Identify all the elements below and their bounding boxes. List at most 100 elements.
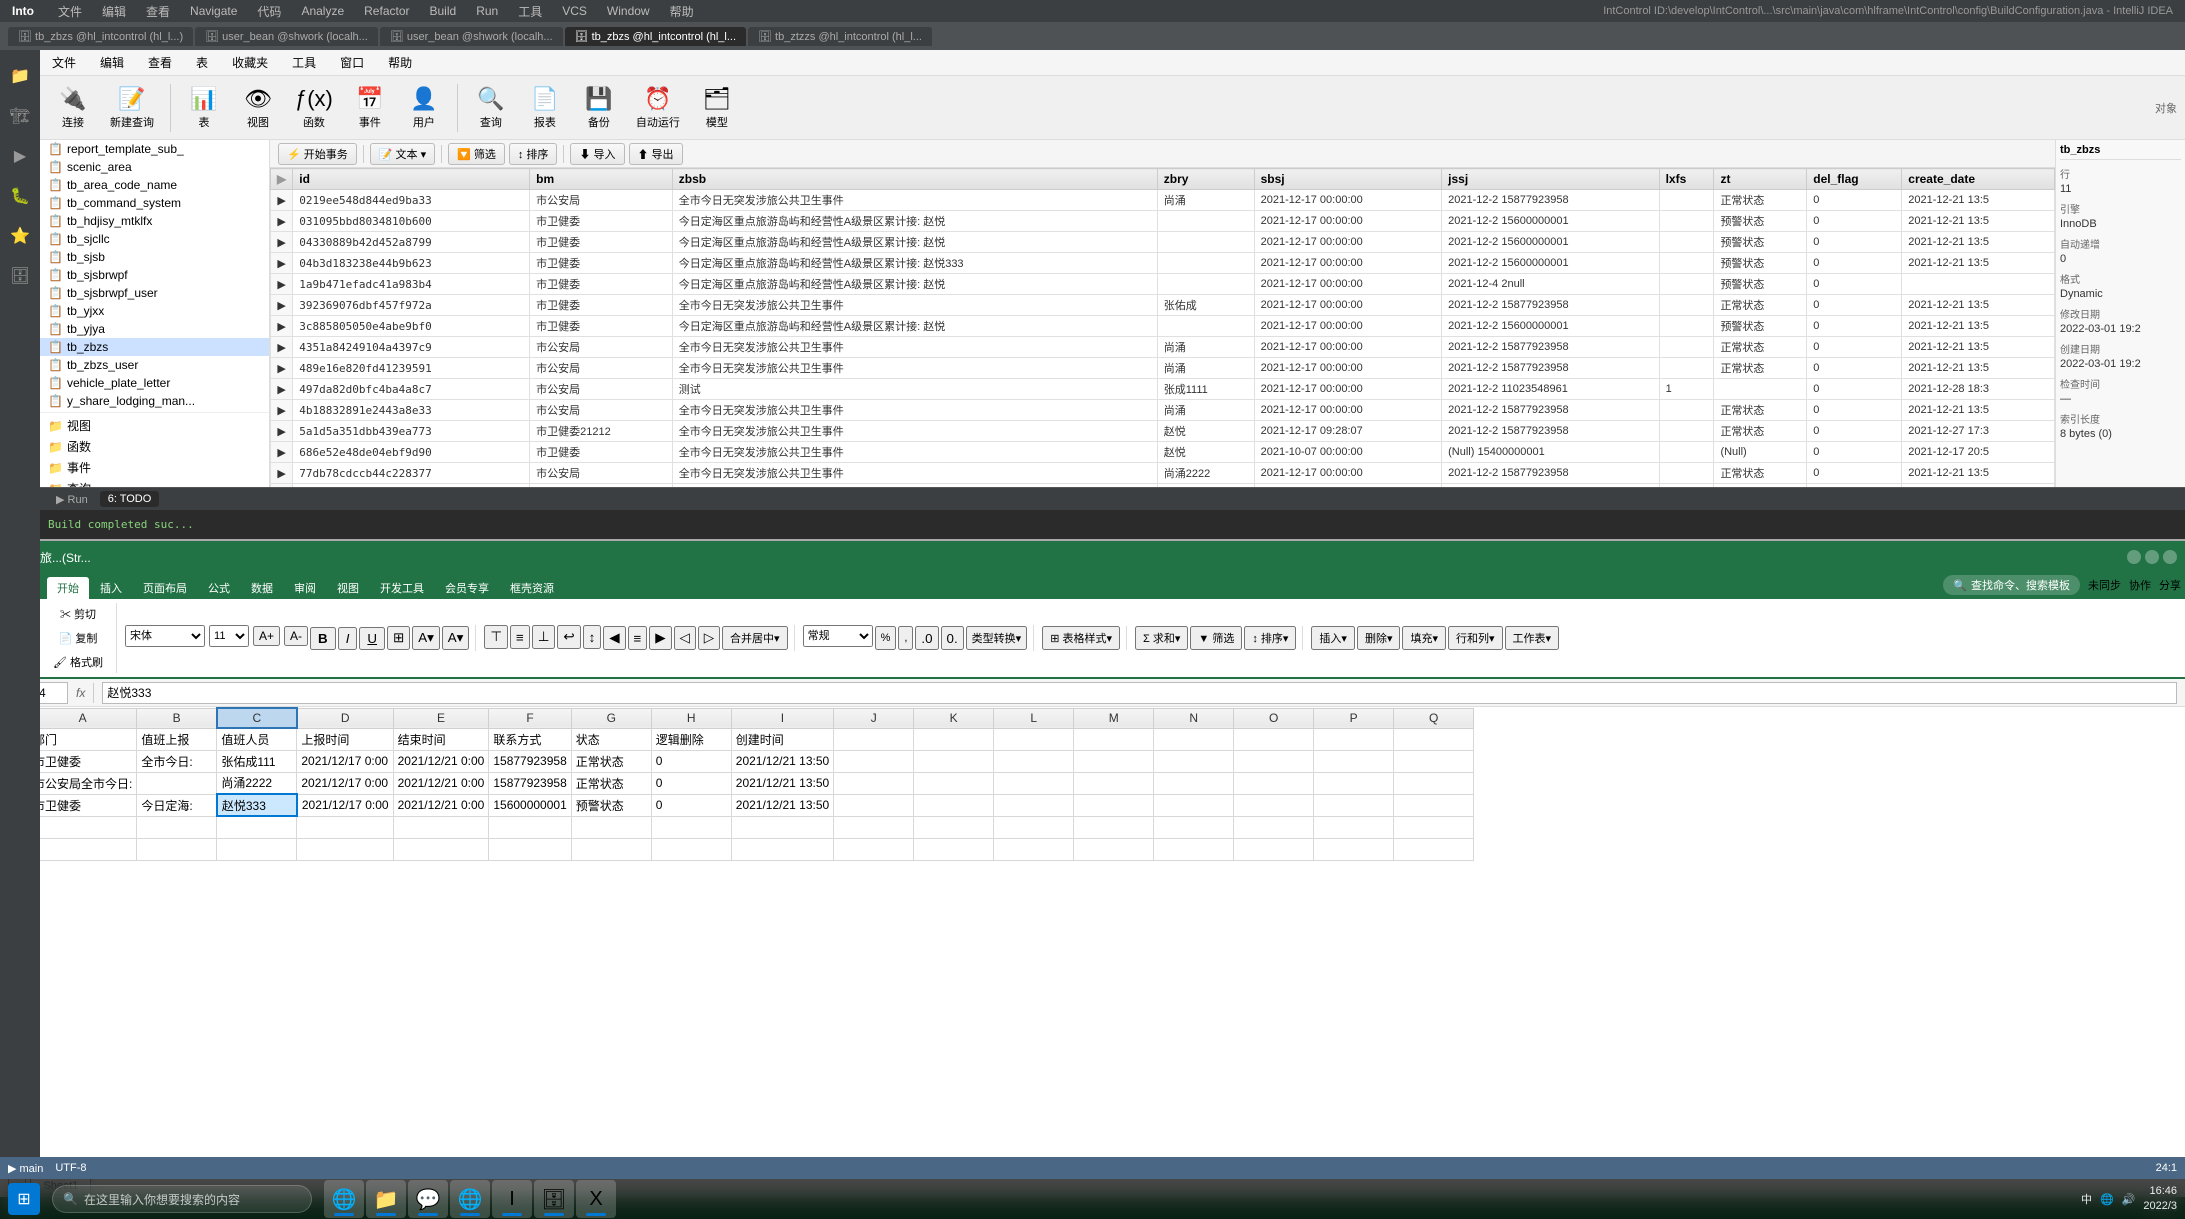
cell-O2[interactable] <box>1234 750 1314 772</box>
nav-btn-table[interactable]: 📊 表 <box>179 82 229 134</box>
cell-D1[interactable]: 上报时间 <box>297 728 393 750</box>
nav-btn-autorun[interactable]: ⏰ 自动运行 <box>628 82 688 134</box>
cell-C2[interactable]: 张佑成111 <box>217 750 297 772</box>
excel-collab-label[interactable]: 协作 <box>2129 577 2151 593</box>
cell-P1[interactable] <box>1314 728 1394 750</box>
cell-jssj[interactable]: 2021-12-2 15877923958 <box>1442 421 1659 442</box>
cell-N1[interactable] <box>1154 728 1234 750</box>
cell-zt[interactable]: 预警状态 <box>1714 211 1807 232</box>
cell-create-date[interactable]: 2021-12-21 13:5 <box>1902 400 2055 421</box>
cell-H3[interactable]: 0 <box>651 772 731 794</box>
excel-tab-insert[interactable]: 插入 <box>90 577 132 599</box>
cell-G3[interactable]: 正常状态 <box>571 772 651 794</box>
cell-create-date[interactable]: 2021-12-21 13:5 <box>1902 337 2055 358</box>
start-button[interactable]: ⊞ <box>8 1183 40 1215</box>
cell-sbsj[interactable]: 2021-12-17 00:00:00 <box>1254 274 1442 295</box>
cell-zbsb[interactable]: 全市今日无突发涉旅公共卫生事件 <box>672 190 1157 211</box>
cell-sbsj[interactable]: 2021-12-17 09:28:07 <box>1254 421 1442 442</box>
cell-del-flag[interactable]: 0 <box>1807 379 1902 400</box>
cell-zbsb[interactable]: 今日定海区重点旅游岛屿和经营性A级景区累计接: 赵悦333 <box>672 253 1157 274</box>
nav-menu-favorites[interactable]: 收藏夹 <box>228 52 272 73</box>
cell-id[interactable]: 3c885805050e4abe9bf0 <box>293 316 530 337</box>
cell-jssj[interactable]: 2021-12-2 15877923958 <box>1442 463 1659 484</box>
cell-zbsb[interactable]: 今日定海区重点旅游岛屿和经营性A级景区累计接: 赵悦 <box>672 274 1157 295</box>
cell-lxfs[interactable] <box>1659 337 1714 358</box>
cell-N4[interactable] <box>1154 794 1234 816</box>
col-header-A[interactable]: A <box>29 708 137 728</box>
data-table-container[interactable]: ▶ id bm zbsb zbry sbsj jssj lxfs zt del_… <box>270 168 2055 491</box>
ide-tab-1[interactable]: 🗄 user_bean @shwork (localh... <box>195 27 378 46</box>
excel-search-box[interactable]: 🔍 查找命令、搜索模板 <box>1943 575 2080 595</box>
cell-id[interactable]: 4b18832891e2443a8e33 <box>293 400 530 421</box>
cell-L6[interactable] <box>994 838 1074 860</box>
col-header-K[interactable]: K <box>914 708 994 728</box>
ide-run-tab-run[interactable]: ▶ Run <box>48 491 96 508</box>
btn-indent-inc[interactable]: ▷ <box>698 626 720 650</box>
cell-N3[interactable] <box>1154 772 1234 794</box>
db-tree-item-yjya[interactable]: 📋 tb_yjya <box>40 320 269 338</box>
excel-tab-vip[interactable]: 会员专享 <box>435 577 499 599</box>
btn-sort[interactable]: ↕ 排序▾ <box>1244 626 1296 650</box>
cell-zbsb[interactable]: 测试 <box>672 379 1157 400</box>
nav-btn-newquery[interactable]: 📝 新建查询 <box>102 82 162 134</box>
cell-J5[interactable] <box>834 816 914 838</box>
nav-menu-file[interactable]: 文件 <box>48 52 80 73</box>
cell-P5[interactable] <box>1314 816 1394 838</box>
cell-zbry[interactable]: 尚涌 <box>1157 190 1254 211</box>
cell-sbsj[interactable]: 2021-10-07 00:00:00 <box>1254 442 1442 463</box>
cell-sbsj[interactable]: 2021-12-17 00:00:00 <box>1254 337 1442 358</box>
col-header-H[interactable]: H <box>651 708 731 728</box>
excel-tab-data[interactable]: 数据 <box>241 577 283 599</box>
cell-J1[interactable] <box>834 728 914 750</box>
cell-J4[interactable] <box>834 794 914 816</box>
cell-C3[interactable]: 尚涌2222 <box>217 772 297 794</box>
db-tree-item-cmdsys[interactable]: 📋 tb_command_system <box>40 194 269 212</box>
cell-F2[interactable]: 15877923958 <box>489 750 571 772</box>
grid-btn-export[interactable]: ⬆ 导出 <box>629 143 683 165</box>
cell-jssj[interactable]: 2021-12-2 15877923958 <box>1442 190 1659 211</box>
cell-lxfs[interactable]: 1 <box>1659 379 1714 400</box>
cell-D5[interactable] <box>297 816 393 838</box>
cell-B4[interactable]: 今日定海: <box>137 794 217 816</box>
cell-E6[interactable] <box>393 838 489 860</box>
excel-sheet[interactable]: A B C D E F G H I J K L M <box>28 707 2185 1173</box>
cell-zt[interactable]: 正常状态 <box>1714 421 1807 442</box>
cell-H1[interactable]: 逻辑删除 <box>651 728 731 750</box>
cell-zbry[interactable]: 赵悦 <box>1157 442 1254 463</box>
col-header-N[interactable]: N <box>1154 708 1234 728</box>
cell-jssj[interactable]: 2021-12-2 15600000001 <box>1442 232 1659 253</box>
db-tree-item-sjsbrwpf-user[interactable]: 📋 tb_sjsbrwpf_user <box>40 284 269 302</box>
cell-A1[interactable]: 部门 <box>29 728 137 750</box>
formula-input[interactable] <box>102 682 2177 704</box>
cell-H2[interactable]: 0 <box>651 750 731 772</box>
grid-btn-filter[interactable]: 🔽 筛选 <box>448 143 505 165</box>
cell-B6[interactable] <box>137 838 217 860</box>
cell-zbsb[interactable]: 今日定海区重点旅游岛屿和经营性A级景区累计接: 赵悦 <box>672 316 1157 337</box>
cell-zt[interactable]: 预警状态 <box>1714 274 1807 295</box>
cell-create-date[interactable] <box>1902 274 2055 295</box>
grid-btn-import[interactable]: ⬇ 导入 <box>570 143 624 165</box>
cell-Q6[interactable] <box>1394 838 1474 860</box>
cell-del-flag[interactable]: 0 <box>1807 463 1902 484</box>
ide-menu-build[interactable]: Build <box>426 2 461 20</box>
excel-tab-formula[interactable]: 公式 <box>198 577 240 599</box>
cell-Q4[interactable] <box>1394 794 1474 816</box>
cell-K3[interactable] <box>914 772 994 794</box>
cell-Q3[interactable] <box>1394 772 1474 794</box>
nav-btn-event[interactable]: 📅 事件 <box>345 82 395 134</box>
col-lxfs[interactable]: lxfs <box>1659 169 1714 190</box>
cell-G6[interactable] <box>571 838 651 860</box>
taskbar-app-chrome[interactable]: 🌐 <box>450 1180 490 1218</box>
cell-id[interactable]: 392369076dbf457f972a <box>293 295 530 316</box>
cell-zbry[interactable]: 尚涌 <box>1157 358 1254 379</box>
cell-D3[interactable]: 2021/12/17 0:00 <box>297 772 393 794</box>
taskbar-ime[interactable]: 中 <box>2081 1191 2092 1207</box>
ide-icon-database[interactable]: 🗄 <box>2 258 38 294</box>
cell-create-date[interactable]: 2021-12-21 13:5 <box>1902 211 2055 232</box>
btn-align-left[interactable]: ◀ <box>603 626 625 650</box>
taskbar-search[interactable]: 🔍 在这里输入你想要搜索的内容 <box>52 1185 312 1213</box>
cell-del-flag[interactable]: 0 <box>1807 232 1902 253</box>
cell-zbsb[interactable]: 今日定海区重点旅游岛屿和经营性A级景区累计接: 赵悦 <box>672 232 1157 253</box>
cell-K6[interactable] <box>914 838 994 860</box>
cell-bm[interactable]: 市卫健委 <box>530 295 673 316</box>
